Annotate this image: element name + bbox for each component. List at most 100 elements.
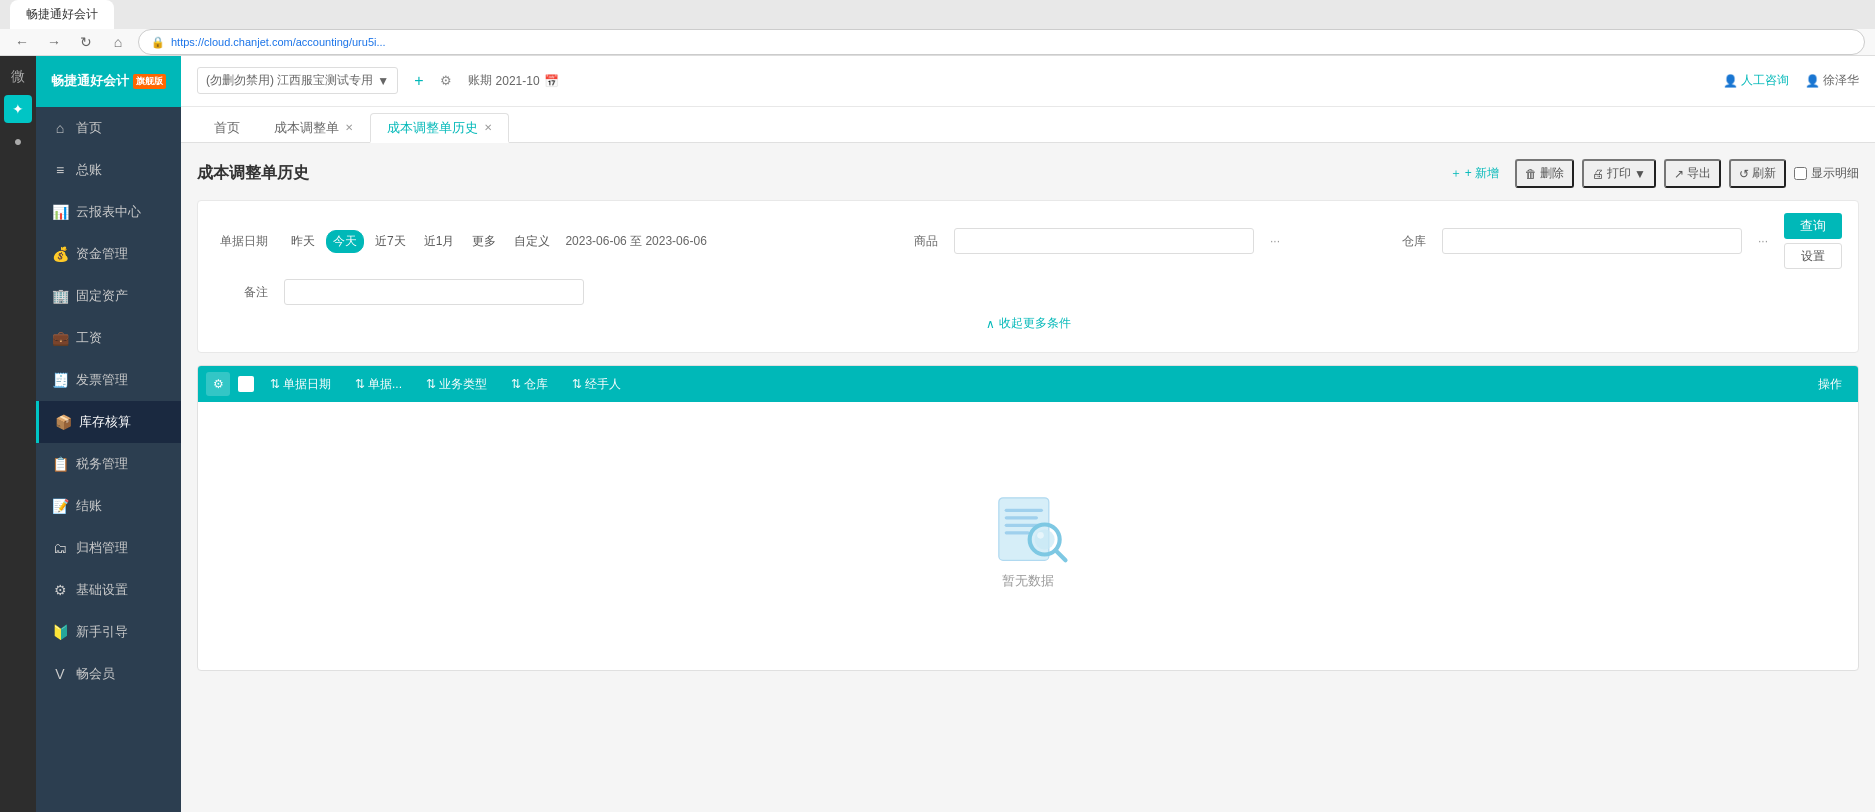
sidebar-item-salary[interactable]: 💼 工资 [36, 317, 181, 359]
date-custom-btn[interactable]: 自定义 [507, 230, 557, 253]
goods-filter-input[interactable] [954, 228, 1254, 254]
collapse-label: 收起更多条件 [999, 315, 1071, 332]
print-icon: 🖨 [1592, 167, 1604, 181]
sidebar-item-member[interactable]: V 畅会员 [36, 653, 181, 695]
date-today-btn[interactable]: 今天 [326, 230, 364, 253]
table-col-number[interactable]: ⇅ 单据... [347, 376, 410, 393]
company-name: (勿删勿禁用) 江西服宝测试专用 [206, 72, 373, 89]
warehouse-filter-more-icon[interactable]: ··· [1758, 234, 1768, 248]
icon-sidebar-active[interactable]: ✦ [4, 95, 32, 123]
sidebar-item-invoice[interactable]: 🧾 发票管理 [36, 359, 181, 401]
table-col-actions: 操作 [1810, 376, 1850, 393]
print-button[interactable]: 🖨 打印 ▼ [1582, 159, 1656, 188]
show-detail-checkbox-label[interactable]: 显示明细 [1794, 165, 1859, 182]
sidebar-item-archive[interactable]: 🗂 归档管理 [36, 527, 181, 569]
add-icon: ＋ [1450, 165, 1462, 182]
tab-home-label: 首页 [214, 119, 240, 137]
company-selector[interactable]: (勿删勿禁用) 江西服宝测试专用 ▼ [197, 67, 398, 94]
print-label: 打印 [1607, 165, 1631, 182]
browser-tab[interactable]: 畅捷通好会计 [10, 0, 114, 29]
table-col-warehouse[interactable]: ⇅ 仓库 [503, 376, 556, 393]
table-settings-icon[interactable]: ⚙ [206, 372, 230, 396]
sidebar-item-guide[interactable]: 🔰 新手引导 [36, 611, 181, 653]
icon-sidebar-other[interactable]: ● [4, 127, 32, 155]
table-col-number-sort-icon: ⇅ [355, 377, 365, 391]
tab-home[interactable]: 首页 [197, 112, 257, 142]
tab-cost-adjust-history-close[interactable]: ✕ [484, 122, 492, 133]
sidebar-item-fixed-assets-label: 固定资产 [76, 287, 128, 305]
url-bar[interactable]: 🔒 https://cloud.chanjet.com/accounting/u… [138, 29, 1865, 55]
browser-chrome: 畅捷通好会计 ← → ↻ ⌂ 🔒 https://cloud.chanjet.c… [0, 0, 1875, 55]
table-col-warehouse-sort-icon: ⇅ [511, 377, 521, 391]
sidebar-item-funds[interactable]: 💰 资金管理 [36, 233, 181, 275]
settings-gear-icon[interactable]: ⚙ [440, 73, 452, 88]
nav-sidebar: 畅捷通好会计 旗舰版 ⌂ 首页 ≡ 总账 📊 云报表中心 💰 资金管理 🏢 固定… [36, 55, 181, 812]
table-col-date[interactable]: ⇅ 单据日期 [262, 376, 339, 393]
service-icon: 👤 [1723, 74, 1738, 88]
sidebar-item-ledger[interactable]: ≡ 总账 [36, 149, 181, 191]
warehouse-filter-input[interactable] [1442, 228, 1742, 254]
nav-back-button[interactable]: ← [10, 30, 34, 54]
query-button[interactable]: 查询 [1784, 213, 1842, 239]
customer-service-button[interactable]: 👤 人工咨询 [1723, 72, 1789, 89]
nav-home-button[interactable]: ⌂ [106, 30, 130, 54]
sidebar-item-home[interactable]: ⌂ 首页 [36, 107, 181, 149]
table-toolbar: ⚙ ⇅ 单据日期 ⇅ 单据... ⇅ 业务类型 ⇅ [198, 366, 1858, 402]
filter-settings-button[interactable]: 设置 [1784, 243, 1842, 269]
company-selector-arrow: ▼ [377, 74, 389, 88]
sidebar-item-guide-label: 新手引导 [76, 623, 128, 641]
icon-sidebar-weibo[interactable]: 微 [4, 63, 32, 91]
refresh-button[interactable]: ↺ 刷新 [1729, 159, 1786, 188]
home-icon: ⌂ [52, 120, 68, 136]
sidebar-item-reports[interactable]: 📊 云报表中心 [36, 191, 181, 233]
sidebar-item-ledger-label: 总账 [76, 161, 102, 179]
member-icon: V [52, 666, 68, 682]
show-detail-checkbox[interactable] [1794, 167, 1807, 180]
date-more-btn[interactable]: 更多 [465, 230, 503, 253]
export-button[interactable]: ↗ 导出 [1664, 159, 1721, 188]
sidebar-item-reports-label: 云报表中心 [76, 203, 141, 221]
collapse-conditions-button[interactable]: ∧ 收起更多条件 [986, 315, 1071, 332]
svg-line-7 [1056, 550, 1066, 560]
goods-filter-more-icon[interactable]: ··· [1270, 234, 1280, 248]
user-name: 徐泽华 [1823, 72, 1859, 89]
delete-label: 删除 [1540, 165, 1564, 182]
calendar-icon[interactable]: 📅 [544, 74, 559, 88]
date-last1month-btn[interactable]: 近1月 [417, 230, 462, 253]
table-col-handler-sort-icon: ⇅ [572, 377, 582, 391]
tab-cost-adjust[interactable]: 成本调整单 ✕ [257, 112, 370, 142]
sidebar-item-checkout[interactable]: 📝 结账 [36, 485, 181, 527]
app-container: 微 ✦ ● 畅捷通好会计 旗舰版 ⌂ 首页 ≡ 总账 📊 云报表中心 💰 资金管… [0, 55, 1875, 812]
table-select-all-checkbox[interactable] [238, 376, 254, 392]
tab-cost-adjust-close[interactable]: ✕ [345, 122, 353, 133]
refresh-icon: ↺ [1739, 167, 1749, 181]
user-avatar-area[interactable]: 👤 徐泽华 [1805, 72, 1859, 89]
header-right: 👤 人工咨询 👤 徐泽华 [1723, 72, 1859, 89]
nav-refresh-button[interactable]: ↻ [74, 30, 98, 54]
url-text: https://cloud.chanjet.com/accounting/uru… [171, 36, 386, 48]
export-icon: ↗ [1674, 167, 1684, 181]
delete-button[interactable]: 🗑 删除 [1515, 159, 1574, 188]
ledger-icon: ≡ [52, 162, 68, 178]
inventory-icon: 📦 [55, 414, 71, 430]
fixed-assets-icon: 🏢 [52, 288, 68, 304]
table-col-date-sort-icon: ⇅ [270, 377, 280, 391]
sidebar-item-fixed-assets[interactable]: 🏢 固定资产 [36, 275, 181, 317]
sidebar-item-tax[interactable]: 📋 税务管理 [36, 443, 181, 485]
delete-icon: 🗑 [1525, 167, 1537, 181]
add-button[interactable]: ＋ + 新增 [1442, 161, 1507, 186]
table-col-type[interactable]: ⇅ 业务类型 [418, 376, 495, 393]
add-company-button[interactable]: + [414, 72, 423, 90]
sidebar-item-settings[interactable]: ⚙ 基础设置 [36, 569, 181, 611]
sidebar-item-inventory[interactable]: 📦 库存核算 [36, 401, 181, 443]
tab-cost-adjust-history[interactable]: 成本调整单历史 ✕ [370, 113, 509, 143]
table-container: ⚙ ⇅ 单据日期 ⇅ 单据... ⇅ 业务类型 ⇅ [197, 365, 1859, 671]
date-yesterday-btn[interactable]: 昨天 [284, 230, 322, 253]
remark-filter-input[interactable] [284, 279, 584, 305]
page-header: 成本调整单历史 ＋ + 新增 🗑 删除 🖨 打印 ▼ [197, 159, 1859, 188]
app-header: (勿删勿禁用) 江西服宝测试专用 ▼ + ⚙ 账期 2021-10 📅 👤 人工… [181, 55, 1875, 107]
date-filter-group: 昨天 今天 近7天 近1月 更多 自定义 2023-06-06 至 2023-0… [284, 230, 707, 253]
date-last7-btn[interactable]: 近7天 [368, 230, 413, 253]
table-col-handler[interactable]: ⇅ 经手人 [564, 376, 629, 393]
nav-forward-button[interactable]: → [42, 30, 66, 54]
